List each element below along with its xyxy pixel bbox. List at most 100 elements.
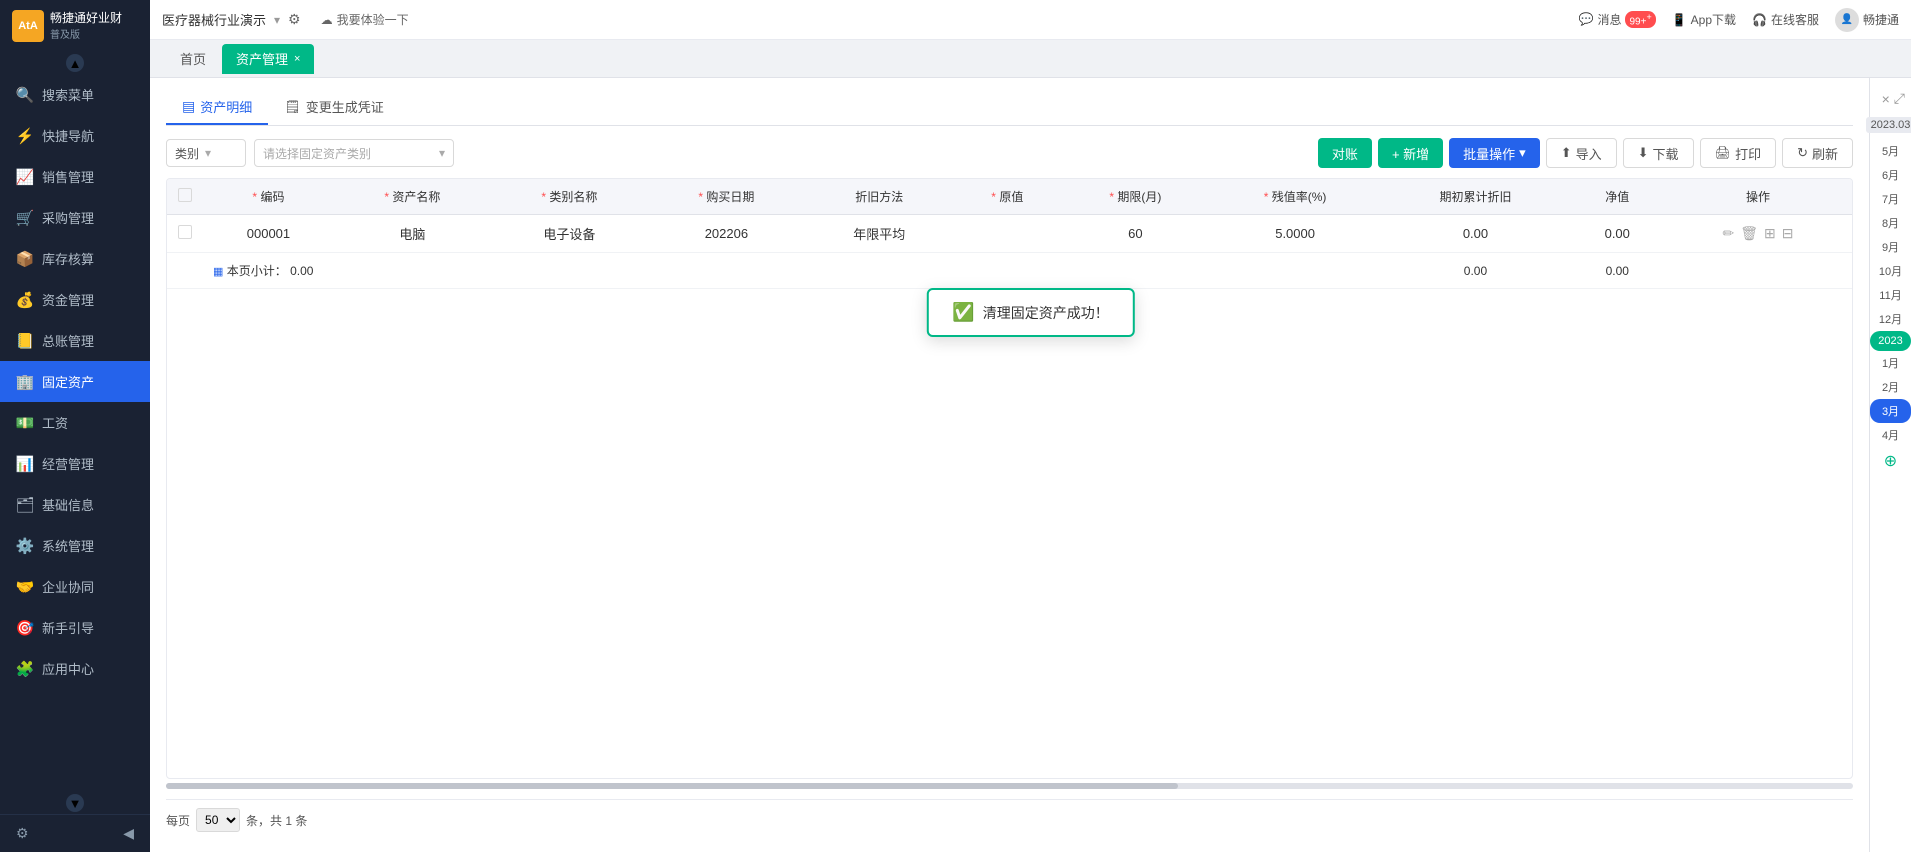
scroll-thumb [166, 783, 1178, 789]
company-name: 医疗器械行业演示 [162, 10, 266, 29]
sidebar-item-sys[interactable]: ⚙️ 系统管理 [0, 525, 150, 566]
sidebar-item-wages[interactable]: 💵 工资 [0, 402, 150, 443]
company-chevron-icon[interactable]: ▾ [274, 13, 280, 27]
ops-icon: 📊 [16, 455, 34, 473]
rp-down-icon[interactable]: ⊕ [1884, 451, 1897, 471]
rp-month-4[interactable]: 4月 [1870, 423, 1911, 447]
rp-month-3[interactable]: 3月 [1870, 399, 1911, 423]
sidebar-item-label: 库存核算 [42, 249, 94, 268]
sidebar-item-label: 应用中心 [42, 659, 94, 678]
rp-month-9[interactable]: 9月 [1870, 235, 1911, 259]
subtotal-original: 0.00 [290, 264, 313, 278]
sidebar-item-apps[interactable]: 🧩 应用中心 [0, 648, 150, 689]
row-actions: ✏ 🗑 ⊞ ⊟ [1674, 225, 1842, 242]
toast-message: 清理固定资产成功！ [983, 303, 1109, 323]
subtab-change-voucher[interactable]: 🗒 变更生成凭证 [268, 90, 400, 125]
topbar-right: 💬 消息 99++ 📱 App下载 🎧 在线客服 👤 畅捷通 [1579, 8, 1900, 32]
sidebar-item-label: 企业协同 [42, 577, 94, 596]
tab-home[interactable]: 首页 [166, 44, 220, 74]
tab-asset-mgmt[interactable]: 资产管理 × [222, 44, 314, 74]
sidebar-item-search[interactable]: 🔍 搜索菜单 [0, 74, 150, 115]
avatar: 👤 [1835, 8, 1859, 32]
rp-expand-icon[interactable]: ⤢ [1894, 90, 1905, 107]
rp-month-2[interactable]: 2月 [1870, 375, 1911, 399]
refresh-button[interactable]: ↻ 刷新 [1782, 138, 1853, 168]
sidebar-item-purchase[interactable]: 🛒 采购管理 [0, 197, 150, 238]
sidebar-item-base[interactable]: 🗂 基础信息 [0, 484, 150, 525]
subtab-asset-list-label: 资产明细 [200, 97, 252, 116]
subtotal-net: 0.00 [1570, 253, 1664, 289]
per-page-select[interactable]: 50 [196, 808, 240, 832]
category-filter[interactable]: 类别 ▾ [166, 139, 246, 167]
experience-link[interactable]: ☁ 我要体验一下 [321, 11, 409, 28]
batch-button[interactable]: 批量操作 ▾ [1449, 138, 1540, 168]
refresh-label: 刷新 [1812, 144, 1838, 163]
sidebar-item-label: 快捷导航 [42, 126, 94, 145]
purchase-icon: 🛒 [16, 209, 34, 227]
tab-close-icon[interactable]: × [294, 53, 300, 65]
row-checkbox[interactable] [178, 225, 192, 239]
download-button[interactable]: ⬇ 下载 [1623, 138, 1694, 168]
sidebar-item-funds[interactable]: 💰 资金管理 [0, 279, 150, 320]
sidebar-scroll-down[interactable]: ▼ [66, 794, 84, 812]
fixed-icon: 🏢 [16, 373, 34, 391]
rp-month-6[interactable]: 6月 [1870, 163, 1911, 187]
cell-net-value: 0.00 [1570, 215, 1664, 253]
rp-close-icon[interactable]: × [1882, 91, 1890, 107]
cell-initial-depreciation: 0.00 [1380, 215, 1570, 253]
new-label: + 新增 [1392, 144, 1429, 163]
sidebar-item-ops[interactable]: 📊 经营管理 [0, 443, 150, 484]
col-period: 期限(月) [1061, 179, 1210, 215]
sidebar-item-inventory[interactable]: 📦 库存核算 [0, 238, 150, 279]
sidebar-item-label: 工资 [42, 413, 68, 432]
list-icon: ▤ [182, 98, 195, 115]
cell-period: 60 [1061, 215, 1210, 253]
settings-icon[interactable]: ⚙ [16, 825, 29, 842]
edit-icon[interactable]: ✏ [1723, 225, 1735, 242]
collapse-icon[interactable]: ◀ [123, 825, 134, 842]
sidebar-item-general[interactable]: 📒 总账管理 [0, 320, 150, 361]
sidebar-item-collab[interactable]: 🤝 企业协同 [0, 566, 150, 607]
rp-month-1[interactable]: 1月 [1870, 351, 1911, 375]
sidebar-item-sales[interactable]: 📈 销售管理 [0, 156, 150, 197]
print-icon: 🖨 [1715, 145, 1732, 161]
sys-icon: ⚙️ [16, 537, 34, 555]
more-icon[interactable]: ⊟ [1782, 225, 1794, 242]
col-actions: 操作 [1664, 179, 1852, 215]
delete-icon[interactable]: 🗑 [1740, 225, 1758, 242]
sidebar-logo: AtA 畅捷通好业财 普及版 [0, 0, 150, 52]
user-profile-btn[interactable]: 👤 畅捷通 [1835, 8, 1899, 32]
new-button[interactable]: + 新增 [1378, 138, 1443, 168]
print-button[interactable]: 🖨 打印 [1700, 138, 1777, 168]
rp-month-5[interactable]: 5月 [1870, 139, 1911, 163]
select-all-checkbox[interactable] [178, 188, 192, 202]
cell-purchase-date: 202206 [648, 215, 805, 253]
import-button[interactable]: ⬆ 导入 [1546, 138, 1617, 168]
cell-original-value [954, 215, 1061, 253]
right-panel: × ⤢ 2023.03 5月 6月 7月 8月 9月 10月 11月 12月 2… [1869, 78, 1911, 852]
general-icon: 📒 [16, 332, 34, 350]
rp-month-10[interactable]: 10月 [1870, 259, 1911, 283]
sidebar-scroll-up[interactable]: ▲ [66, 54, 84, 72]
rp-month-8[interactable]: 8月 [1870, 211, 1911, 235]
collab-icon: 🤝 [16, 578, 34, 596]
rp-month-7[interactable]: 7月 [1870, 187, 1911, 211]
company-settings-icon[interactable]: ⚙ [288, 11, 301, 28]
sidebar-item-guide[interactable]: 🎯 新手引导 [0, 607, 150, 648]
rp-month-11[interactable]: 11月 [1870, 283, 1911, 307]
logo-text-wrap: 畅捷通好业财 普及版 [50, 11, 122, 42]
rp-month-12[interactable]: 12月 [1870, 307, 1911, 331]
horizontal-scrollbar[interactable] [166, 783, 1853, 789]
subtab-asset-list[interactable]: ▤ 资产明细 [166, 90, 268, 125]
reconcile-button[interactable]: 对账 [1318, 138, 1372, 168]
col-purchase-date: 购买日期 [648, 179, 805, 215]
messages-btn[interactable]: 💬 消息 99++ [1579, 11, 1656, 28]
sidebar-item-label: 基础信息 [42, 495, 94, 514]
app-download-btn[interactable]: 📱 App下载 [1672, 11, 1736, 28]
sidebar-item-quicknav[interactable]: ⚡ 快捷导航 [0, 115, 150, 156]
category-input[interactable]: 请选择固定资产类别 ▾ [254, 139, 454, 167]
copy-icon[interactable]: ⊞ [1764, 225, 1776, 242]
online-service-btn[interactable]: 🎧 在线客服 [1752, 11, 1819, 28]
guide-icon: 🎯 [16, 619, 34, 637]
sidebar-item-fixed[interactable]: 🏢 固定资产 [0, 361, 150, 402]
